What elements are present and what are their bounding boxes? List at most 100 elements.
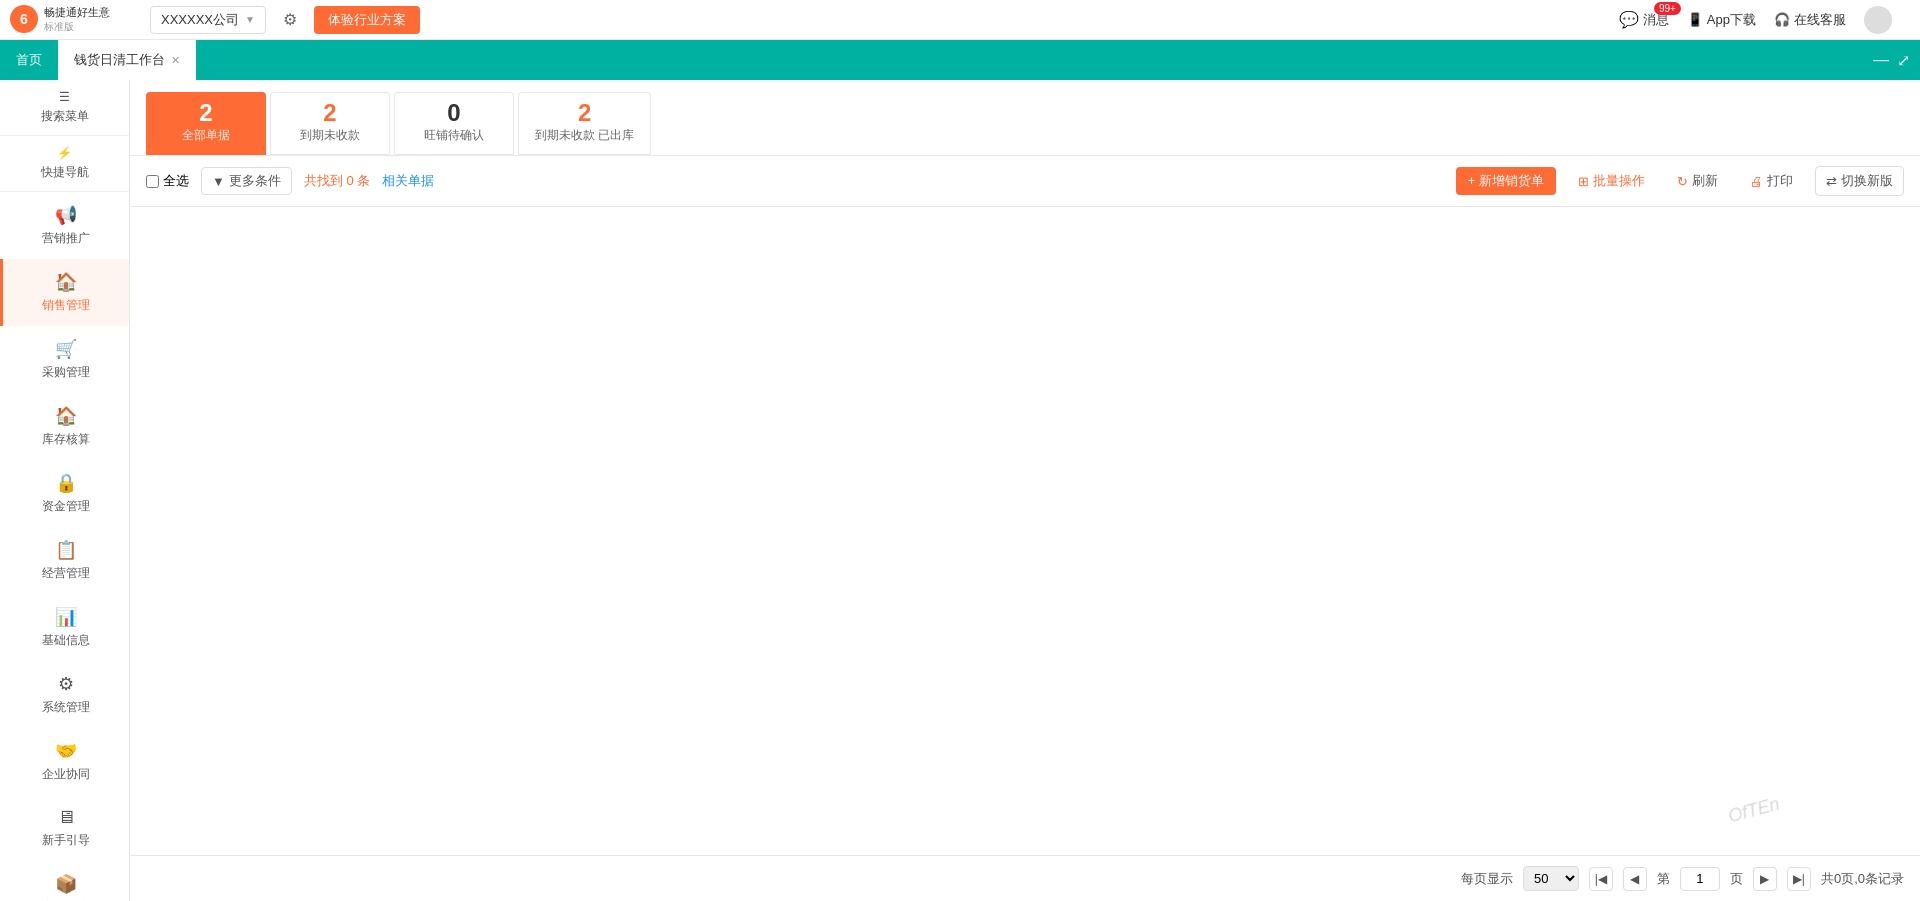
sidebar-item-marketing[interactable]: 📢 营销推广 [0,192,129,259]
count-prefix: 共找到 [304,173,343,188]
system-icon: ⚙ [58,673,74,695]
summary-label-overdue: 到期未收款 [287,127,373,144]
pagination: 每页显示 50 100 200 |◀ ◀ 第 页 ▶ ▶| 共0页,0条记录 [130,855,1920,901]
sidebar-item-appstore[interactable]: 📦 应用中心 [0,861,129,901]
summary-tab-overdue-out[interactable]: 2 到期未收款 已出库 [518,92,651,155]
summary-tab-all[interactable]: 2 全部单据 [146,92,266,155]
tab-home[interactable]: 首页 [0,40,58,80]
sidebar-search[interactable]: ☰ 搜索菜单 [0,80,129,136]
next-page-button[interactable]: ▶ [1753,867,1777,891]
close-tab-icon[interactable]: ✕ [171,54,180,67]
print-icon: 🖨 [1750,174,1763,189]
summary-tab-pending[interactable]: 0 旺铺待确认 [394,92,514,155]
page-label: 第 [1657,870,1670,888]
summary-tab-overdue[interactable]: 2 到期未收款 [270,92,390,155]
sidebar-shortcut[interactable]: ⚡ 快捷导航 [0,136,129,192]
page-input[interactable] [1680,867,1720,891]
guide-icon: 🖥 [57,807,75,828]
refresh-button[interactable]: ↻ 刷新 [1667,167,1728,195]
refresh-icon: ↻ [1677,174,1688,189]
sidebar-item-coop[interactable]: 🤝 企业协同 [0,728,129,795]
select-all-input[interactable] [146,175,159,188]
sidebar-item-guide-label: 新手引导 [42,832,90,849]
sidebar: ☰ 搜索菜单 ⚡ 快捷导航 📢 营销推广 🏠 销售管理 🛒 采购管理 🏠 库存核… [0,80,130,901]
toolbar: 全选 ▼ 更多条件 共找到 0 条 相关单据 + 新增销货单 ⊞ 批量操作 ↻ [130,156,1920,207]
first-page-button[interactable]: |◀ [1589,867,1613,891]
sidebar-item-finance-label: 资金管理 [42,498,90,515]
tab-home-label: 首页 [16,51,42,69]
minimize-icon[interactable]: — [1873,51,1889,69]
summary-label-all: 全部单据 [163,127,249,144]
settings-icon[interactable]: ⚙ [276,6,304,34]
sidebar-item-coop-label: 企业协同 [42,766,90,783]
sidebar-search-label: 搜索菜单 [41,108,89,125]
per-page-select[interactable]: 50 100 200 [1523,866,1579,891]
company-selector[interactable]: XXXXXX公司 ▼ [150,6,266,34]
sidebar-item-operations[interactable]: 📋 经营管理 [0,527,129,594]
logo-area: 6 畅捷通好生意 标准版 [10,5,140,33]
app-tag: 标准版 [44,20,110,34]
online-service-link[interactable]: 🎧 在线客服 [1774,11,1846,29]
sidebar-item-sales[interactable]: 🏠 销售管理 [0,259,129,326]
avatar[interactable] [1864,6,1892,34]
related-records-link[interactable]: 相关单据 [382,172,434,190]
download-icon: 📱 [1687,12,1703,27]
sidebar-item-system[interactable]: ⚙ 系统管理 [0,661,129,728]
shortcut-icon: ⚡ [57,146,72,160]
total-records: 共0页,0条记录 [1821,870,1904,888]
summary-count-overdue: 2 [287,101,373,125]
message-notification[interactable]: 💬 消息 99+ [1619,10,1669,29]
message-badge: 99+ [1654,2,1681,15]
count-value: 0 [347,173,354,188]
filter-icon: ▼ [212,174,225,189]
main-layout: ☰ 搜索菜单 ⚡ 快捷导航 📢 营销推广 🏠 销售管理 🛒 采购管理 🏠 库存核… [0,80,1920,901]
summary-label-pending: 旺铺待确认 [411,127,497,144]
service-icon: 🎧 [1774,12,1790,27]
switch-icon: ⇄ [1826,174,1837,189]
filter-label: 更多条件 [229,172,281,190]
top-right-actions: 💬 消息 99+ 📱 App下载 🎧 在线客服 [1619,6,1910,34]
sales-icon: 🏠 [55,271,77,293]
search-icon: ☰ [59,90,70,104]
filter-button[interactable]: ▼ 更多条件 [201,167,292,195]
summary-tabs: 2 全部单据 2 到期未收款 0 旺铺待确认 2 到期未收款 已出库 [130,80,1920,156]
sidebar-item-finance[interactable]: 🔒 资金管理 [0,460,129,527]
select-all-checkbox[interactable]: 全选 [146,172,189,190]
sidebar-item-purchase[interactable]: 🛒 采购管理 [0,326,129,393]
coop-icon: 🤝 [55,740,77,762]
page-label-end: 页 [1730,870,1743,888]
print-button[interactable]: 🖨 打印 [1740,167,1803,195]
finance-icon: 🔒 [55,472,77,494]
prev-page-button[interactable]: ◀ [1623,867,1647,891]
switch-version-button[interactable]: ⇄ 切换新版 [1815,166,1904,196]
count-display: 共找到 0 条 [304,172,370,190]
batch-icon: ⊞ [1578,174,1589,189]
sidebar-item-guide[interactable]: 🖥 新手引导 [0,795,129,861]
sidebar-item-inventory[interactable]: 🏠 库存核算 [0,393,129,460]
sidebar-item-base-label: 基础信息 [42,632,90,649]
service-label: 在线客服 [1794,11,1846,29]
batch-operation-button[interactable]: ⊞ 批量操作 [1568,167,1655,195]
top-bar: 6 畅捷通好生意 标准版 XXXXXX公司 ▼ ⚙ 体验行业方案 💬 消息 99… [0,0,1920,40]
sidebar-item-purchase-label: 采购管理 [42,364,90,381]
message-icon: 💬 [1619,10,1639,29]
tab-work-label: 钱货日清工作台 [74,51,165,69]
sidebar-shortcut-label: 快捷导航 [41,164,89,181]
chevron-down-icon: ▼ [245,14,255,25]
logo-icon: 6 [10,5,38,33]
trial-button[interactable]: 体验行业方案 [314,6,420,34]
add-sales-order-button[interactable]: + 新增销货单 [1456,167,1556,195]
sidebar-item-operations-label: 经营管理 [42,565,90,582]
tab-work[interactable]: 钱货日清工作台 ✕ [58,40,196,80]
sidebar-item-sales-label: 销售管理 [42,297,90,314]
company-name: XXXXXX公司 [161,11,239,29]
sidebar-item-system-label: 系统管理 [42,699,90,716]
app-download-link[interactable]: 📱 App下载 [1687,11,1756,29]
sidebar-item-base[interactable]: 📊 基础信息 [0,594,129,661]
summary-count-overdue-out: 2 [535,101,634,125]
summary-count-pending: 0 [411,101,497,125]
maximize-icon[interactable]: ⤢ [1897,51,1910,70]
inventory-icon: 🏠 [55,405,77,427]
select-all-label: 全选 [163,172,189,190]
last-page-button[interactable]: ▶| [1787,867,1811,891]
